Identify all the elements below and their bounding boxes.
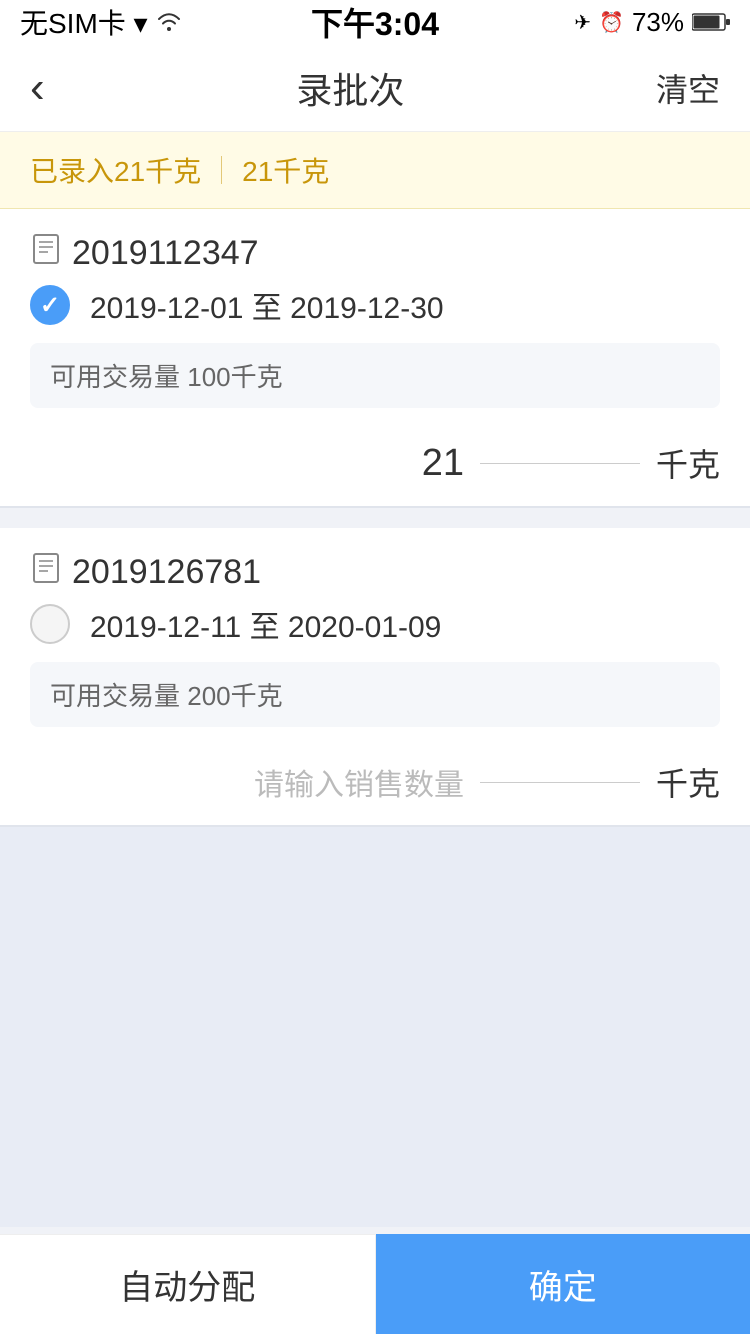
- batch-2-id: 2019126781: [72, 553, 261, 592]
- batch-2-quantity-placeholder: 请输入销售数量: [254, 760, 464, 804]
- batch-1-available-label: 可用交易量: [50, 362, 180, 392]
- batch-2-date-row[interactable]: 2019-12-11 至 2020-01-09: [0, 602, 750, 662]
- batch-1-id: 2019112347: [72, 234, 259, 273]
- batch-1-unit: 千克: [656, 440, 720, 486]
- batch-1-underline: [480, 463, 640, 464]
- batch-1-date: 2019-12-01 至 2019-12-30: [90, 283, 444, 327]
- nav-bar: ‹ 录批次 清空: [0, 44, 750, 132]
- status-time: 下午3:04: [311, 0, 439, 45]
- batch-2-available-qty: 200千克: [187, 681, 282, 711]
- alarm-icon: ⏰: [599, 10, 624, 35]
- status-right: ✈ ⏰ 73%: [574, 7, 730, 38]
- recorded-label: 已录入21千克: [30, 150, 201, 190]
- info-banner-divider: [221, 156, 222, 184]
- status-bar: 无SIM卡 ▾ 下午3:04 ✈ ⏰ 73%: [0, 0, 750, 44]
- confirm-button[interactable]: 确定: [376, 1234, 750, 1334]
- batch-1-quantity-row: 21 千克: [0, 424, 750, 506]
- auto-distribute-button[interactable]: 自动分配: [0, 1234, 376, 1334]
- location-icon: ✈: [574, 10, 591, 35]
- sim-text: 无SIM卡 ▾: [20, 2, 148, 42]
- batch-1-quantity-value: 21: [422, 442, 464, 485]
- info-banner: 已录入21千克 21千克: [0, 132, 750, 209]
- batch-2-date: 2019-12-11 至 2020-01-09: [90, 602, 441, 646]
- page-title: 录批次: [296, 62, 404, 114]
- battery-percent: 73%: [632, 7, 684, 38]
- batch-1-icon: [30, 233, 62, 273]
- batch-1-radio[interactable]: [30, 285, 70, 325]
- batch-2-header: 2019126781: [0, 528, 750, 602]
- clear-button[interactable]: 清空: [656, 65, 720, 111]
- card-gap: [0, 508, 750, 528]
- batch-card-2: 2019126781 2019-12-11 至 2020-01-09 可用交易量…: [0, 528, 750, 825]
- total-label: 21千克: [242, 150, 329, 190]
- batch-2-quantity-row: 请输入销售数量 千克: [0, 743, 750, 825]
- status-left: 无SIM卡 ▾: [20, 2, 182, 42]
- batch-2-available-label: 可用交易量: [50, 681, 180, 711]
- battery-icon: [692, 7, 730, 38]
- batch-2-icon: [30, 552, 62, 592]
- batch-2-radio[interactable]: [30, 604, 70, 644]
- batch-2-available: 可用交易量 200千克: [30, 662, 720, 727]
- batch-1-date-row[interactable]: 2019-12-01 至 2019-12-30: [0, 283, 750, 343]
- empty-area: [0, 827, 750, 1227]
- batch-2-unit: 千克: [656, 759, 720, 805]
- bottom-bar: 自动分配 确定: [0, 1234, 750, 1334]
- back-button[interactable]: ‹: [30, 66, 45, 110]
- batch-2-underline: [480, 782, 640, 783]
- batch-1-header: 2019112347: [0, 209, 750, 283]
- batch-card-1: 2019112347 2019-12-01 至 2019-12-30 可用交易量…: [0, 209, 750, 506]
- wifi-icon: [156, 6, 182, 38]
- batch-1-available: 可用交易量 100千克: [30, 343, 720, 408]
- batch-1-available-qty: 100千克: [187, 362, 282, 392]
